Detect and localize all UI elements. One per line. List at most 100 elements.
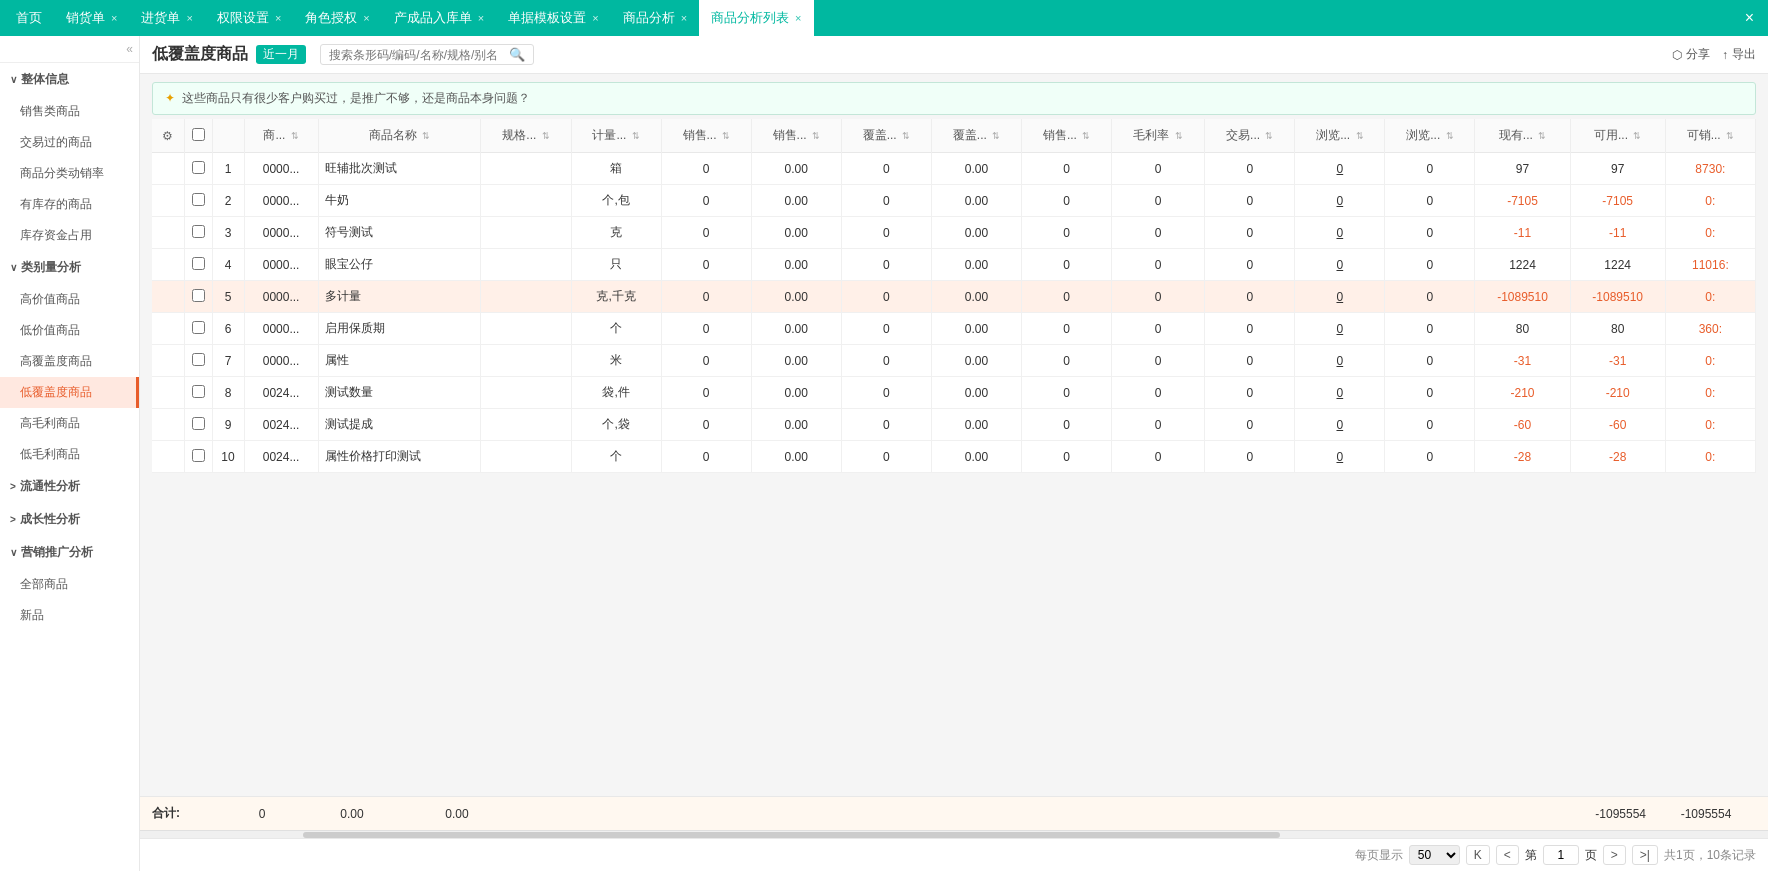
table-cell: 0 <box>1385 249 1475 281</box>
nav-tab-首页[interactable]: 首页 <box>4 0 54 36</box>
table-cell[interactable] <box>184 185 212 217</box>
table-cell: 个 <box>571 313 661 345</box>
table-cell: -11 <box>1570 217 1665 249</box>
close-tab-icon[interactable]: × <box>186 12 192 24</box>
column-settings-icon[interactable]: ⚙ <box>162 129 173 143</box>
table-cell: 0.00 <box>751 377 841 409</box>
time-tag[interactable]: 近一月 <box>256 45 306 64</box>
table-cell[interactable] <box>184 313 212 345</box>
table-cell: 0 <box>1385 217 1475 249</box>
table-cell: 2 <box>212 185 244 217</box>
col-sales-qty[interactable]: 销售... ⇅ <box>661 119 751 153</box>
sidebar-item-high-coverage[interactable]: 高覆盖度商品 <box>0 346 139 377</box>
table-cell: 0 <box>1112 249 1205 281</box>
col-name[interactable]: 商品名称 ⇅ <box>318 119 481 153</box>
table-row: 10000...旺辅批次测试箱00.0000.000000097978730: <box>152 153 1756 185</box>
table-cell: -210 <box>1570 377 1665 409</box>
sidebar-group-growth-analysis[interactable]: >成长性分析 <box>0 503 139 536</box>
nav-tab-进货单[interactable]: 进货单× <box>129 0 204 36</box>
close-tab-icon[interactable]: × <box>111 12 117 24</box>
first-page-btn[interactable]: K <box>1466 845 1490 865</box>
horizontal-scrollbar[interactable] <box>140 830 1768 838</box>
col-check <box>184 119 212 153</box>
sidebar-item-inventory-goods[interactable]: 有库存的商品 <box>0 189 139 220</box>
prev-page-btn[interactable]: < <box>1496 845 1519 865</box>
col-available[interactable]: 可用... ⇅ <box>1570 119 1665 153</box>
table-cell[interactable] <box>184 409 212 441</box>
table-cell: -210 <box>1475 377 1570 409</box>
nav-tab-产成品入库单[interactable]: 产成品入库单× <box>382 0 496 36</box>
close-tab-icon[interactable]: × <box>478 12 484 24</box>
table-cell: 0 <box>1022 441 1112 473</box>
nav-tab-商品分析列表[interactable]: 商品分析列表× <box>699 0 813 36</box>
table-wrapper[interactable]: ⚙ 商... ⇅ 商品名称 ⇅ 规格... ⇅ 计量... ⇅ 销售... ⇅ … <box>152 119 1756 796</box>
table-cell[interactable] <box>184 153 212 185</box>
close-tab-icon[interactable]: × <box>275 12 281 24</box>
table-cell: 0.00 <box>931 217 1021 249</box>
col-browse1[interactable]: 浏览... ⇅ <box>1295 119 1385 153</box>
col-browse2[interactable]: 浏览... ⇅ <box>1385 119 1475 153</box>
table-cell[interactable] <box>184 377 212 409</box>
sidebar-item-goods-sales-rate[interactable]: 商品分类动销率 <box>0 158 139 189</box>
search-icon: 🔍 <box>509 47 525 62</box>
search-input[interactable] <box>329 48 509 62</box>
table-cell: 97 <box>1570 153 1665 185</box>
col-spec[interactable]: 规格... ⇅ <box>481 119 571 153</box>
close-tab-icon[interactable]: × <box>592 12 598 24</box>
table-cell: 0: <box>1665 185 1755 217</box>
close-tab-icon[interactable]: × <box>681 12 687 24</box>
sidebar-item-high-value[interactable]: 高价值商品 <box>0 284 139 315</box>
table-cell <box>152 217 184 249</box>
sidebar-group-flow-analysis[interactable]: >流通性分析 <box>0 470 139 503</box>
nav-tab-销货单[interactable]: 销货单× <box>54 0 129 36</box>
export-button[interactable]: ↑ 导出 <box>1722 46 1756 63</box>
table-cell[interactable] <box>184 281 212 313</box>
sidebar-item-inventory-capital[interactable]: 库存资金占用 <box>0 220 139 251</box>
sidebar-group-quantity-analysis[interactable]: ∨类别量分析 <box>0 251 139 284</box>
table-cell: 0 <box>1112 281 1205 313</box>
col-code[interactable]: 商... ⇅ <box>244 119 318 153</box>
sidebar-group-marketing-analysis[interactable]: ∨营销推广分析 <box>0 536 139 569</box>
close-tab-icon[interactable]: × <box>795 12 801 24</box>
close-all-tabs[interactable]: × <box>1735 9 1764 27</box>
col-sales-amt[interactable]: 销售... ⇅ <box>751 119 841 153</box>
col-sellable[interactable]: 可销... ⇅ <box>1665 119 1755 153</box>
table-cell[interactable] <box>184 441 212 473</box>
col-sales3[interactable]: 销售... ⇅ <box>1022 119 1112 153</box>
col-trans[interactable]: 交易... ⇅ <box>1205 119 1295 153</box>
search-box: 🔍 <box>320 44 534 65</box>
page-size-select[interactable]: 102050100 <box>1409 845 1460 865</box>
table-cell: 0: <box>1665 281 1755 313</box>
col-stock[interactable]: 现有... ⇅ <box>1475 119 1570 153</box>
sidebar-item-sales-category[interactable]: 销售类商品 <box>0 96 139 127</box>
col-unit[interactable]: 计量... ⇅ <box>571 119 661 153</box>
table-cell[interactable] <box>184 249 212 281</box>
sidebar-item-low-coverage[interactable]: 低覆盖度商品 <box>0 377 139 408</box>
select-all-checkbox[interactable] <box>192 128 205 141</box>
total-label: 合计: <box>152 805 212 822</box>
sidebar-item-new-goods[interactable]: 新品 <box>0 600 139 631</box>
current-page-input[interactable] <box>1543 845 1579 865</box>
col-cov2[interactable]: 覆盖... ⇅ <box>931 119 1021 153</box>
share-button[interactable]: ⬡ 分享 <box>1672 46 1710 63</box>
table-cell[interactable] <box>184 345 212 377</box>
nav-tab-单据模板设置[interactable]: 单据模板设置× <box>496 0 610 36</box>
col-gross[interactable]: 毛利率 ⇅ <box>1112 119 1205 153</box>
table-cell[interactable] <box>184 217 212 249</box>
sidebar-item-low-value[interactable]: 低价值商品 <box>0 315 139 346</box>
sidebar-collapse-btn[interactable]: « <box>0 36 139 63</box>
sidebar-item-all-goods[interactable]: 全部商品 <box>0 569 139 600</box>
last-page-btn[interactable]: >| <box>1632 845 1658 865</box>
col-cov1[interactable]: 覆盖... ⇅ <box>841 119 931 153</box>
sidebar-item-traded-goods[interactable]: 交易过的商品 <box>0 127 139 158</box>
sidebar-group-general[interactable]: ∨整体信息 <box>0 63 139 96</box>
close-tab-icon[interactable]: × <box>363 12 369 24</box>
table-cell: 0 <box>1385 153 1475 185</box>
sidebar-item-high-margin[interactable]: 高毛利商品 <box>0 408 139 439</box>
nav-tab-商品分析[interactable]: 商品分析× <box>611 0 699 36</box>
nav-tab-权限设置[interactable]: 权限设置× <box>205 0 293 36</box>
nav-tab-角色授权[interactable]: 角色授权× <box>293 0 381 36</box>
next-page-btn[interactable]: > <box>1603 845 1626 865</box>
table-row: 20000...牛奶个,包00.0000.0000000-7105-71050: <box>152 185 1756 217</box>
sidebar-item-low-margin[interactable]: 低毛利商品 <box>0 439 139 470</box>
